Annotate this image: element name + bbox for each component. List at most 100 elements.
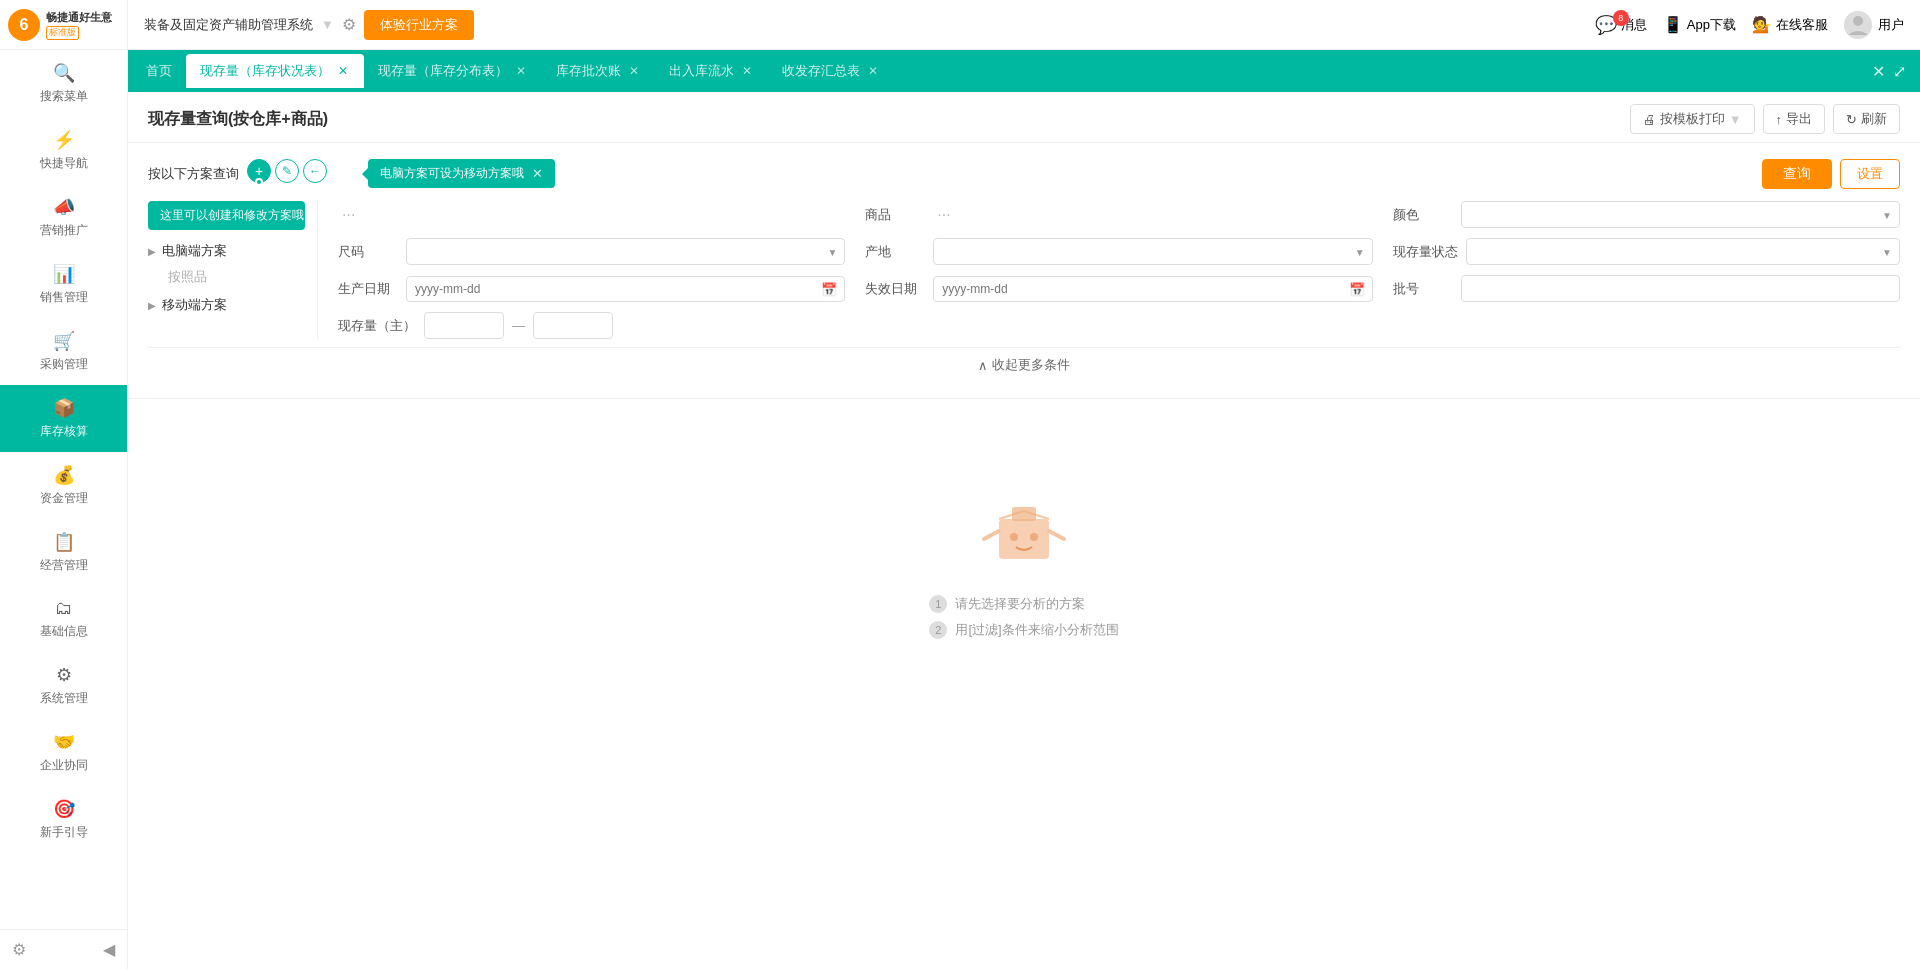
tab-close-batch-account[interactable]: ✕ — [627, 64, 641, 78]
tab-receive-summary[interactable]: 收发存汇总表 ✕ — [768, 54, 894, 88]
system-name: 装备及固定资产辅助管理系统 — [144, 16, 313, 34]
origin-select[interactable] — [933, 238, 1372, 265]
refresh-button[interactable]: ↻ 刷新 — [1833, 104, 1900, 134]
app-download-action[interactable]: 📱 App下载 — [1663, 15, 1736, 34]
page-title: 现存量查询(按仓库+商品) — [148, 109, 328, 130]
filter-stock-main: 现存量（主） — — [338, 312, 845, 339]
quick-nav-icon: ⚡ — [53, 129, 75, 151]
stock-status-select[interactable] — [1466, 238, 1900, 265]
sidebar-footer: ⚙ ◀ — [0, 929, 127, 969]
goods-dots[interactable]: ··· — [933, 206, 954, 224]
scheme-tooltip-close[interactable]: ✕ — [532, 166, 543, 181]
filter-row-2: 尺码 ▼ 产地 ▼ — [338, 238, 1900, 265]
collapse-sidebar-icon[interactable]: ◀ — [103, 940, 115, 959]
close-all-tabs-icon[interactable]: ✕ — [1870, 60, 1887, 83]
tab-home[interactable]: 首页 — [132, 54, 186, 88]
settings-footer-icon[interactable]: ⚙ — [12, 940, 26, 959]
size-select-wrapper: ▼ — [406, 238, 845, 265]
export-icon: ↑ — [1776, 112, 1783, 127]
back-scheme-btn[interactable]: ← — [303, 159, 327, 183]
filter-row-3: 生产日期 📅 失效日期 📅 — [338, 275, 1900, 302]
user-avatar — [1844, 11, 1872, 39]
batch-no-input[interactable] — [1461, 275, 1900, 302]
tab-close-inventory-dist[interactable]: ✕ — [514, 64, 528, 78]
page-header: 现存量查询(按仓库+商品) 🖨 按模板打印 ▼ ↑ 导出 ↻ 刷新 — [128, 92, 1920, 143]
sidebar-item-basic[interactable]: 🗂 基础信息 — [0, 586, 127, 652]
sidebar-item-label: 快捷导航 — [40, 155, 88, 172]
edit-scheme-btn[interactable]: ✎ — [275, 159, 299, 183]
mobile-scheme-label: 移动端方案 — [162, 296, 227, 314]
sidebar-item-finance[interactable]: 💰 资金管理 — [0, 452, 127, 519]
stock-main-input-2[interactable] — [533, 312, 613, 339]
prod-date-input[interactable] — [406, 276, 845, 302]
logo-icon: 6 — [8, 9, 40, 41]
scheme-panel-row: 这里可以创建和修改方案哦 ✕ ▶ 电脑端方案 按照品 — [148, 201, 1900, 339]
tab-in-out-flow-label: 出入库流水 — [669, 62, 734, 80]
tab-home-label: 首页 — [146, 62, 172, 80]
tab-in-out-flow[interactable]: 出入库流水 ✕ — [655, 54, 768, 88]
tab-close-receive-summary[interactable]: ✕ — [866, 64, 880, 78]
svg-point-3 — [1010, 533, 1018, 541]
tab-close-inventory-status[interactable]: ✕ — [336, 64, 350, 78]
svg-point-0 — [1853, 16, 1863, 26]
sidebar-item-inventory[interactable]: 📦 库存核算 — [0, 385, 127, 452]
trial-button[interactable]: 体验行业方案 — [364, 10, 474, 40]
settings-icon[interactable]: ⚙ — [342, 15, 356, 34]
size-select[interactable] — [406, 238, 845, 265]
filter-buttons: + ✎ ← — [247, 159, 327, 183]
expire-date-input[interactable] — [933, 276, 1372, 302]
tab-inventory-status[interactable]: 现存量（库存状况表） ✕ — [186, 54, 364, 88]
tab-batch-account-label: 库存批次账 — [556, 62, 621, 80]
topbar-right: 💬 8 消息 📱 App下载 💁 在线客服 用户 — [1595, 11, 1904, 39]
settings-button[interactable]: 设置 — [1840, 159, 1900, 189]
export-button[interactable]: ↑ 导出 — [1763, 104, 1826, 134]
filter-row-4: 现存量（主） — — [338, 312, 1900, 339]
desktop-arrow-icon: ▶ — [148, 246, 156, 257]
tab-batch-account[interactable]: 库存批次账 ✕ — [542, 54, 655, 88]
sidebar-item-label: 库存核算 — [40, 423, 88, 440]
tab-inventory-status-label: 现存量（库存状况表） — [200, 62, 330, 80]
sidebar-item-collab[interactable]: 🤝 企业协同 — [0, 719, 127, 786]
refresh-icon: ↻ — [1846, 112, 1857, 127]
tab-inventory-dist[interactable]: 现存量（库存分布表） ✕ — [364, 54, 542, 88]
sidebar-item-sales[interactable]: 📊 销售管理 — [0, 251, 127, 318]
origin-select-wrapper: ▼ — [933, 238, 1372, 265]
svg-point-4 — [1030, 533, 1038, 541]
filter-batch-no: 批号 — [1393, 275, 1900, 302]
page-inner: 现存量查询(按仓库+商品) 🖨 按模板打印 ▼ ↑ 导出 ↻ 刷新 — [128, 92, 1920, 969]
sidebar-item-label: 销售管理 — [40, 289, 88, 306]
topbar-left: 装备及固定资产辅助管理系统 ▼ ⚙ 体验行业方案 — [144, 10, 474, 40]
stock-status-select-wrapper: ▼ — [1466, 238, 1900, 265]
desktop-scheme-item-1[interactable]: 按照品 — [148, 264, 305, 290]
message-action[interactable]: 💬 8 消息 — [1595, 14, 1647, 36]
sidebar-item-guide[interactable]: 🎯 新手引导 — [0, 786, 127, 853]
filter-section: 按以下方案查询 + ✎ ← — [128, 143, 1920, 399]
sidebar-item-quick[interactable]: ⚡ 快捷导航 — [0, 117, 127, 184]
maximize-icon[interactable]: ⤢ — [1891, 60, 1908, 83]
collapse-arrow-icon: ∧ — [978, 358, 988, 373]
sidebar-item-marketing[interactable]: 📣 营销推广 — [0, 184, 127, 251]
filter-label: 按以下方案查询 — [148, 165, 239, 183]
tab-receive-summary-label: 收发存汇总表 — [782, 62, 860, 80]
desktop-scheme-header[interactable]: ▶ 电脑端方案 — [148, 238, 305, 264]
user-profile[interactable]: 用户 — [1844, 11, 1904, 39]
color-select[interactable] — [1461, 201, 1900, 228]
warehouse-dots[interactable]: ··· — [338, 206, 359, 224]
stock-main-input[interactable] — [424, 312, 504, 339]
sidebar-item-operations[interactable]: 📋 经营管理 — [0, 519, 127, 586]
collapse-button[interactable]: ∧ 收起更多条件 — [148, 347, 1900, 382]
sidebar-item-label: 新手引导 — [40, 824, 88, 841]
add-scheme-btn[interactable]: + — [247, 159, 271, 183]
sidebar-item-purchase[interactable]: 🛒 采购管理 — [0, 318, 127, 385]
empty-steps: 1 请先选择要分析的方案 2 用[过滤]条件来缩小分析范围 — [929, 595, 1118, 647]
print-button[interactable]: 🖨 按模板打印 ▼ — [1630, 104, 1755, 134]
create-tooltip-close[interactable]: ✕ — [312, 208, 323, 223]
sidebar-item-search[interactable]: 🔍 搜索菜单 — [0, 50, 127, 117]
sidebar-item-label: 搜索菜单 — [40, 88, 88, 105]
empty-step-2: 2 用[过滤]条件来缩小分析范围 — [929, 621, 1118, 639]
mobile-scheme-header[interactable]: ▶ 移动端方案 — [148, 292, 305, 318]
sidebar-item-system[interactable]: ⚙ 系统管理 — [0, 652, 127, 719]
query-button[interactable]: 查询 — [1762, 159, 1832, 189]
tab-close-in-out-flow[interactable]: ✕ — [740, 64, 754, 78]
service-action[interactable]: 💁 在线客服 — [1752, 15, 1828, 34]
